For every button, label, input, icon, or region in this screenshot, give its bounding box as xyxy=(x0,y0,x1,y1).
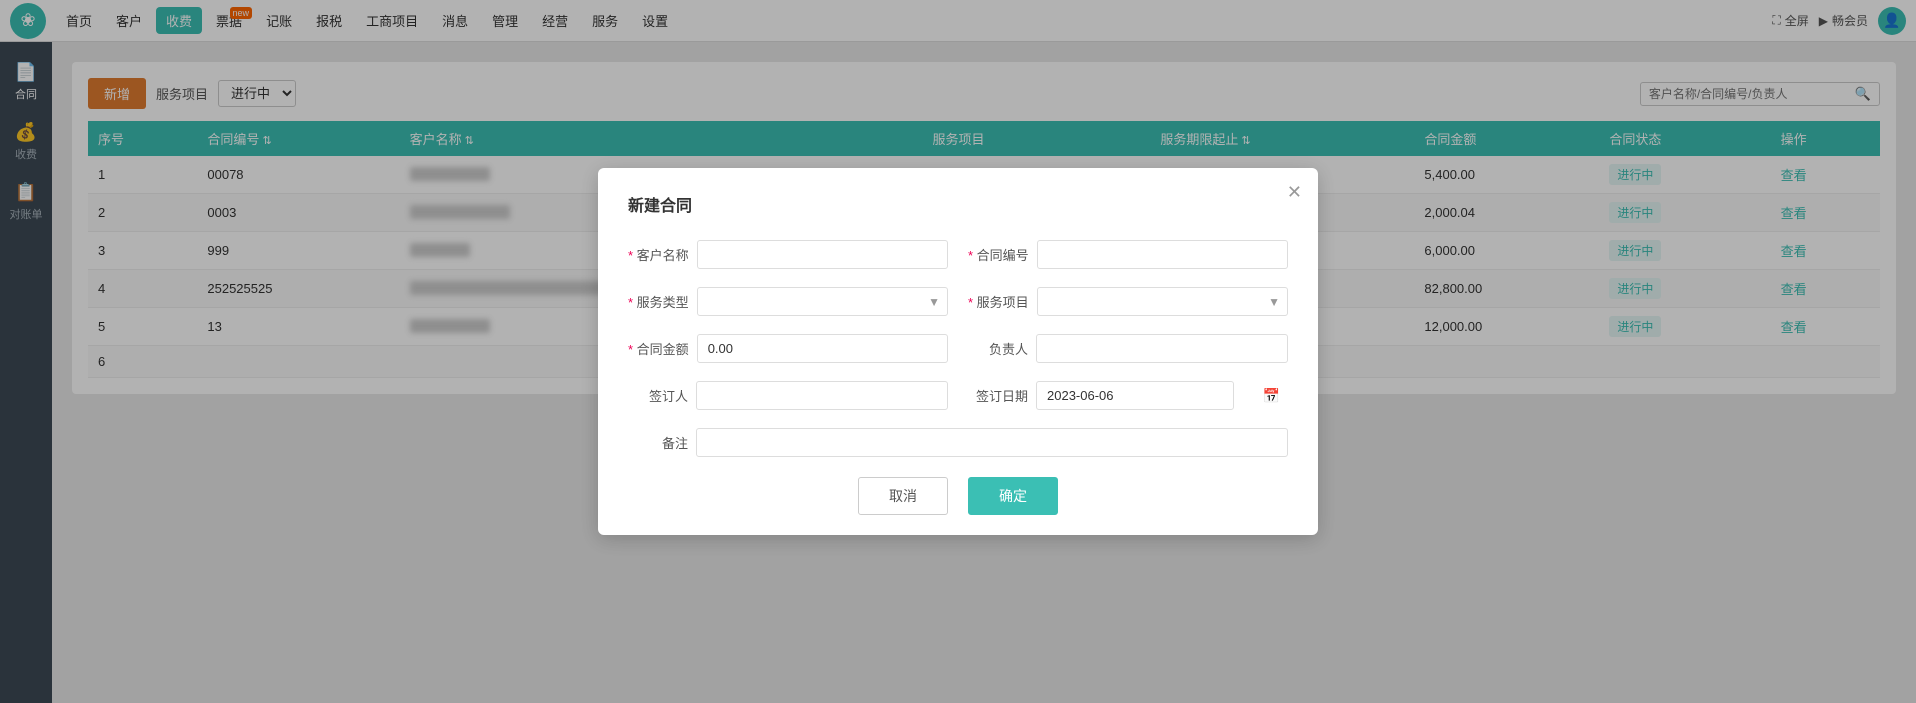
form-row-4: 签订人 签订日期 📅 xyxy=(628,381,1288,410)
service-type-label: 服务类型 xyxy=(628,292,689,311)
service-type-select[interactable] xyxy=(697,287,948,316)
form-group-contract-no: 合同编号 xyxy=(968,240,1288,269)
notes-label: 备注 xyxy=(628,433,688,452)
form-group-service-item: 服务项目 ▼ xyxy=(968,287,1288,316)
service-item-select[interactable] xyxy=(1037,287,1288,316)
signer-label: 签订人 xyxy=(628,386,688,405)
modal-footer: 取消 确定 xyxy=(628,477,1288,515)
signer-input[interactable] xyxy=(696,381,948,410)
sign-date-wrap: 📅 xyxy=(1036,381,1288,410)
modal-dialog: 新建合同 ✕ 客户名称 合同编号 服务类型 ▼ xyxy=(598,168,1318,535)
contract-no-input[interactable] xyxy=(1037,240,1288,269)
form-group-responsible: 负责人 xyxy=(968,334,1288,363)
modal-overlay: 新建合同 ✕ 客户名称 合同编号 服务类型 ▼ xyxy=(0,0,1916,703)
confirm-button[interactable]: 确定 xyxy=(968,477,1058,515)
form-row-5: 备注 xyxy=(628,428,1288,457)
form-group-signer: 签订人 xyxy=(628,381,948,410)
modal-close-button[interactable]: ✕ xyxy=(1287,182,1302,203)
client-name-label: 客户名称 xyxy=(628,245,689,264)
form-row-3: 合同金额 负责人 xyxy=(628,334,1288,363)
responsible-input[interactable] xyxy=(1036,334,1288,363)
sign-date-input[interactable] xyxy=(1036,381,1234,410)
amount-label: 合同金额 xyxy=(628,339,689,358)
calendar-icon: 📅 xyxy=(1263,387,1280,404)
form-group-amount: 合同金额 xyxy=(628,334,948,363)
cancel-button[interactable]: 取消 xyxy=(858,477,948,515)
form-group-sign-date: 签订日期 📅 xyxy=(968,381,1288,410)
contract-no-label: 合同编号 xyxy=(968,245,1029,264)
notes-input[interactable] xyxy=(696,428,1288,457)
form-group-notes: 备注 xyxy=(628,428,1288,457)
client-name-input[interactable] xyxy=(697,240,948,269)
sign-date-label: 签订日期 xyxy=(968,386,1028,405)
form-group-service-type: 服务类型 ▼ xyxy=(628,287,948,316)
service-item-label: 服务项目 xyxy=(968,292,1029,311)
service-item-select-wrap: ▼ xyxy=(1037,287,1288,316)
amount-input[interactable] xyxy=(697,334,948,363)
responsible-label: 负责人 xyxy=(968,339,1028,358)
form-row-1: 客户名称 合同编号 xyxy=(628,240,1288,269)
modal-title: 新建合同 xyxy=(628,192,1288,216)
form-group-client: 客户名称 xyxy=(628,240,948,269)
service-type-select-wrap: ▼ xyxy=(697,287,948,316)
form-row-2: 服务类型 ▼ 服务项目 ▼ xyxy=(628,287,1288,316)
